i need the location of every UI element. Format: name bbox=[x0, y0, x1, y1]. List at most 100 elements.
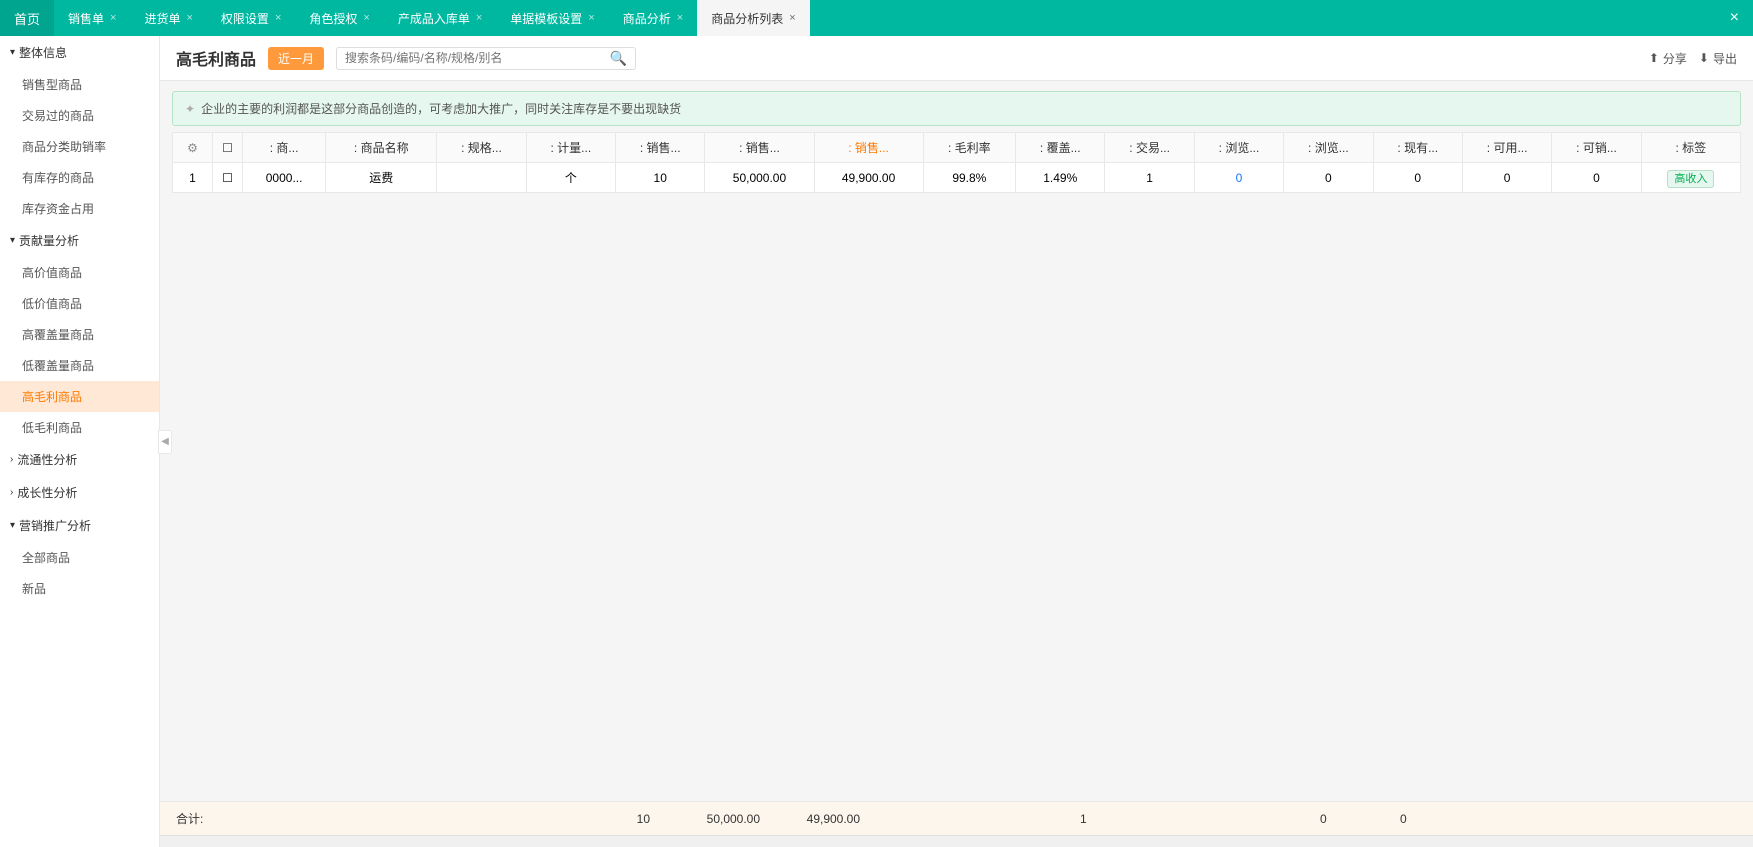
sidebar: ▾ 整体信息 销售型商品 交易过的商品 商品分类助销率 有库存的商品 库存资金占… bbox=[0, 36, 160, 847]
footer-sales-qty: 10 bbox=[603, 812, 683, 826]
cell-gross-rate: 99.8% bbox=[923, 163, 1015, 193]
cell-trade: 1 bbox=[1105, 163, 1194, 193]
export-icon: ⬇ bbox=[1699, 51, 1709, 65]
window-close-button[interactable]: × bbox=[1716, 0, 1753, 36]
col-header-name[interactable]: : 商品名称 bbox=[326, 133, 437, 163]
sidebar-item-low-value[interactable]: 低价值商品 bbox=[0, 288, 159, 319]
sidebar-item-category-assist-rate[interactable]: 商品分类助销率 bbox=[0, 131, 159, 162]
close-product-analysis-list[interactable]: × bbox=[789, 12, 795, 24]
share-button[interactable]: ⬆ 分享 bbox=[1649, 50, 1687, 67]
cell-sales-profit: 49,900.00 bbox=[814, 163, 923, 193]
sidebar-collapse-button[interactable]: ◀ bbox=[158, 430, 172, 454]
nav-product-analysis[interactable]: 商品分析 × bbox=[609, 0, 697, 36]
nav-template-settings[interactable]: 单据模板设置 × bbox=[496, 0, 608, 36]
sidebar-item-sales-products[interactable]: 销售型商品 bbox=[0, 69, 159, 100]
sidebar-item-traded-products[interactable]: 交易过的商品 bbox=[0, 100, 159, 131]
total-label: 合计: bbox=[176, 810, 203, 827]
sidebar-group-marketing[interactable]: ▾ 营销推广分析 bbox=[0, 509, 159, 542]
nav-purchase-order[interactable]: 进货单 × bbox=[130, 0, 206, 36]
footer-current-stock: 0 bbox=[1283, 812, 1363, 826]
close-role-auth[interactable]: × bbox=[363, 12, 369, 24]
search-input[interactable] bbox=[345, 51, 610, 65]
col-header-seq[interactable]: ⚙ bbox=[173, 133, 213, 163]
col-header-check[interactable]: ☐ bbox=[213, 133, 243, 163]
table-wrapper[interactable]: ⚙ ☐ : 商... : 商品名称 : 规格... : bbox=[160, 132, 1753, 801]
col-header-available-stock[interactable]: : 可用... bbox=[1462, 133, 1551, 163]
nav-role-auth[interactable]: 角色授权 × bbox=[295, 0, 383, 36]
sidebar-item-new-products[interactable]: 新品 bbox=[0, 573, 159, 604]
col-header-saleable-stock[interactable]: : 可销... bbox=[1552, 133, 1641, 163]
sidebar-group-liquidity[interactable]: › 流通性分析 bbox=[0, 443, 159, 476]
bottom-scrollbar[interactable] bbox=[160, 835, 1753, 847]
col-header-code[interactable]: : 商... bbox=[243, 133, 326, 163]
nav-sales-order[interactable]: 销售单 × bbox=[54, 0, 130, 36]
col-header-tag[interactable]: : 标签 bbox=[1641, 133, 1740, 163]
nav-product-inbound[interactable]: 产成品入库单 × bbox=[384, 0, 496, 36]
col-header-gross-rate[interactable]: : 毛利率 bbox=[923, 133, 1015, 163]
col-header-sales-profit[interactable]: : 销售... bbox=[814, 133, 923, 163]
sidebar-item-inventory-capital[interactable]: 库存资金占用 bbox=[0, 193, 159, 224]
close-template-settings[interactable]: × bbox=[588, 12, 594, 24]
col-header-trade[interactable]: : 交易... bbox=[1105, 133, 1194, 163]
nav-permission-settings[interactable]: 权限设置 × bbox=[207, 0, 295, 36]
sidebar-item-stocked-products[interactable]: 有库存的商品 bbox=[0, 162, 159, 193]
col-header-sales-amount[interactable]: : 销售... bbox=[705, 133, 814, 163]
cell-check[interactable]: ☐ bbox=[213, 163, 243, 193]
close-sales-order[interactable]: × bbox=[110, 12, 116, 24]
nav-home[interactable]: 首页 bbox=[0, 0, 54, 36]
recent-month-button[interactable]: 近一月 bbox=[268, 47, 324, 70]
footer-sales-profit: 49,900.00 bbox=[783, 812, 883, 826]
page-title: 高毛利商品 bbox=[176, 46, 256, 70]
col-header-unit[interactable]: : 计量... bbox=[526, 133, 615, 163]
sidebar-group-contribution[interactable]: ▾ 贡献量分析 bbox=[0, 224, 159, 257]
gear-icon[interactable]: ⚙ bbox=[187, 141, 198, 155]
tip-icon: ✦ bbox=[185, 102, 195, 116]
content-header: 高毛利商品 近一月 🔍 ⬆ 分享 ⬇ 导出 bbox=[160, 36, 1753, 81]
sidebar-item-low-margin[interactable]: 低毛利商品 bbox=[0, 412, 159, 443]
table-row: 1 ☐ 0000... 运费 个 10 50,000.00 49,900.00 … bbox=[173, 163, 1741, 193]
browse1-link[interactable]: 0 bbox=[1236, 171, 1243, 185]
sidebar-item-high-value[interactable]: 高价值商品 bbox=[0, 257, 159, 288]
search-input-wrap: 🔍 bbox=[336, 47, 636, 70]
col-header-browse2[interactable]: : 浏览... bbox=[1284, 133, 1373, 163]
sidebar-item-high-margin[interactable]: 高毛利商品 bbox=[0, 381, 159, 412]
cell-available-stock: 0 bbox=[1462, 163, 1551, 193]
cell-browse1[interactable]: 0 bbox=[1194, 163, 1283, 193]
arrow-icon: ▾ bbox=[10, 47, 15, 58]
cell-browse2: 0 bbox=[1284, 163, 1373, 193]
tip-bar: ✦ 企业的主要的利润都是这部分商品创造的，可考虑加大推广，同时关注库存是不要出现… bbox=[172, 91, 1741, 126]
high-income-badge: 高收入 bbox=[1667, 170, 1714, 188]
sidebar-item-low-coverage[interactable]: 低覆盖量商品 bbox=[0, 350, 159, 381]
col-header-spec[interactable]: : 规格... bbox=[437, 133, 526, 163]
close-product-inbound[interactable]: × bbox=[476, 12, 482, 24]
close-permission-settings[interactable]: × bbox=[275, 12, 281, 24]
cell-unit: 个 bbox=[526, 163, 615, 193]
share-icon: ⬆ bbox=[1649, 51, 1659, 65]
arrow-icon-2: ▾ bbox=[10, 235, 15, 246]
total-values: 10 50,000.00 49,900.00 1 0 0 bbox=[223, 812, 1443, 826]
arrow-icon-5: ▾ bbox=[10, 520, 15, 531]
footer-sales-amount: 50,000.00 bbox=[683, 812, 783, 826]
col-header-sales-qty[interactable]: : 销售... bbox=[616, 133, 705, 163]
sidebar-item-high-coverage[interactable]: 高覆盖量商品 bbox=[0, 319, 159, 350]
sidebar-group-overall[interactable]: ▾ 整体信息 bbox=[0, 36, 159, 69]
search-icon[interactable]: 🔍 bbox=[610, 50, 627, 67]
arrow-icon-4: › bbox=[10, 487, 13, 498]
cell-code: 0000... bbox=[243, 163, 326, 193]
sidebar-group-growth[interactable]: › 成长性分析 bbox=[0, 476, 159, 509]
col-header-coverage[interactable]: : 覆盖... bbox=[1016, 133, 1105, 163]
cell-sales-amount: 50,000.00 bbox=[705, 163, 814, 193]
nav-product-analysis-list[interactable]: 商品分析列表 × bbox=[697, 0, 809, 36]
col-header-browse1[interactable]: : 浏览... bbox=[1194, 133, 1283, 163]
sidebar-item-all-products[interactable]: 全部商品 bbox=[0, 542, 159, 573]
col-header-current-stock[interactable]: : 现有... bbox=[1373, 133, 1462, 163]
footer-total-bar: 合计: 10 50,000.00 49,900.00 1 0 0 bbox=[160, 801, 1753, 835]
cell-seq: 1 bbox=[173, 163, 213, 193]
cell-saleable-stock: 0 bbox=[1552, 163, 1641, 193]
footer-available-stock: 0 bbox=[1363, 812, 1443, 826]
cell-coverage: 1.49% bbox=[1016, 163, 1105, 193]
export-button[interactable]: ⬇ 导出 bbox=[1699, 50, 1737, 67]
cell-tag: 高收入 bbox=[1641, 163, 1740, 193]
close-purchase-order[interactable]: × bbox=[186, 12, 192, 24]
close-product-analysis[interactable]: × bbox=[677, 12, 683, 24]
